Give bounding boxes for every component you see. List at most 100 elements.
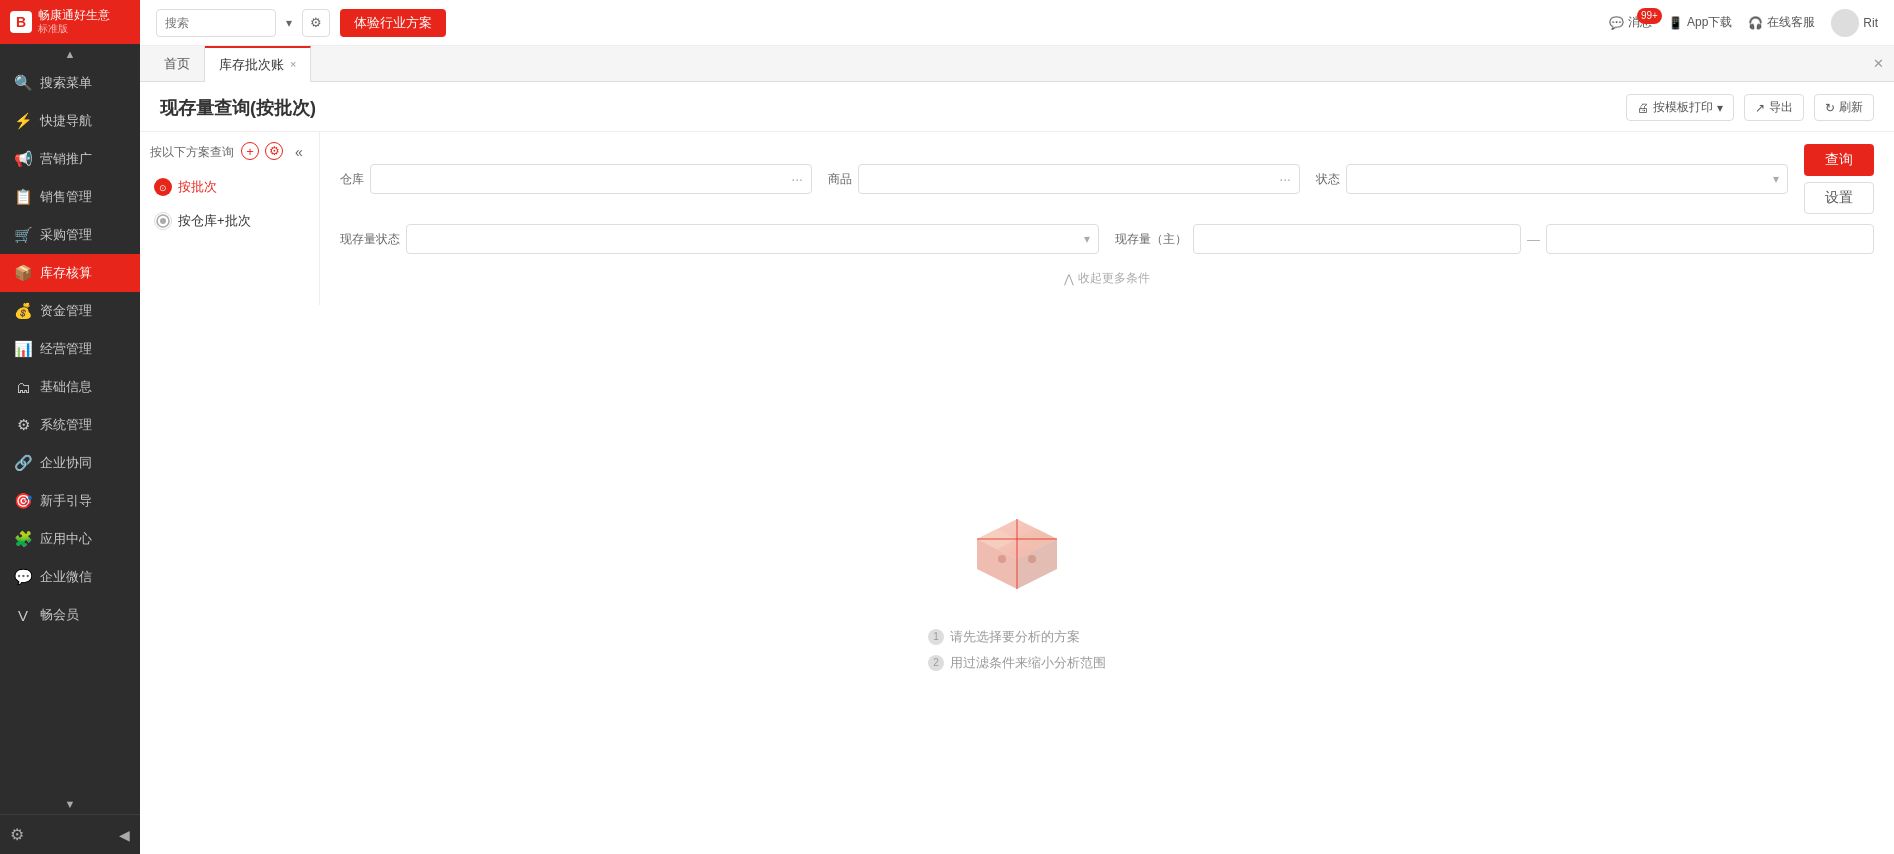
scheme-header-actions: + ⚙ «	[241, 142, 309, 162]
user-name: Rit	[1863, 16, 1878, 30]
scheme-item-batch[interactable]: ⊙ 按批次	[140, 170, 319, 204]
scheme-dot-active: ⊙	[154, 178, 172, 196]
stock-qty-min[interactable]	[1193, 224, 1521, 254]
sidebar-item-label: 库存核算	[40, 264, 92, 282]
quicknav-icon: ⚡	[14, 112, 32, 130]
tab-home[interactable]: 首页	[150, 46, 205, 82]
status-select[interactable]: ▾	[1346, 164, 1788, 194]
scheme-item-warehouse-batch[interactable]: 按仓库+批次	[140, 204, 319, 238]
sidebar-item-label: 资金管理	[40, 302, 92, 320]
empty-tip-2: 2 用过滤条件来缩小分析范围	[928, 650, 1106, 676]
sidebar-item-search[interactable]: 🔍搜索菜单	[0, 64, 140, 102]
filter-status: 状态 ▾	[1316, 164, 1788, 194]
messages-btn[interactable]: 💬 消息 99+	[1609, 14, 1652, 31]
sidebar-item-label: 应用中心	[40, 530, 92, 548]
sidebar-item-label: 销售管理	[40, 188, 92, 206]
finance-icon: 💰	[14, 302, 32, 320]
sidebar-item-label: 企业协同	[40, 454, 92, 472]
sidebar-item-sales[interactable]: 📋 销售管理	[0, 178, 140, 216]
scheme-dot-inactive	[154, 212, 172, 230]
tabbar: 首页 库存批次账 × ✕	[140, 46, 1894, 82]
scroll-up-btn[interactable]: ▲	[0, 44, 140, 64]
stock-qty-max[interactable]	[1546, 224, 1874, 254]
basics-icon: 🗂	[14, 378, 32, 396]
refresh-icon: ↻	[1825, 101, 1835, 115]
sidebar-item-member[interactable]: V畅会员	[0, 596, 140, 634]
topbar-left: ▾ ⚙ 体验行业方案	[156, 9, 446, 37]
refresh-btn[interactable]: ↻ 刷新	[1814, 94, 1874, 121]
tab-inventory-batch[interactable]: 库存批次账 ×	[205, 46, 311, 82]
topbar: ▾ ⚙ 体验行业方案 💬 消息 99+ 📱 App下载 🎧 在线客服 Rit	[140, 0, 1894, 46]
svg-point-3	[160, 218, 166, 224]
sidebar-item-purchase[interactable]: 🛒采购管理	[0, 216, 140, 254]
tab-panel-close-icon: ✕	[1873, 56, 1884, 71]
sidebar-item-appstore[interactable]: 🧩 应用中心	[0, 520, 140, 558]
sidebar-item-label: 经营管理	[40, 340, 92, 358]
sidebar-item-basics[interactable]: 🗂基础信息	[0, 368, 140, 406]
export-btn[interactable]: ↗ 导出	[1744, 94, 1804, 121]
scheme-add-btn[interactable]: +	[241, 142, 259, 160]
sidebar-item-finance[interactable]: 💰 资金管理	[0, 292, 140, 330]
sidebar-item-system[interactable]: ⚙系统管理	[0, 406, 140, 444]
goods-label: 商品	[828, 171, 852, 188]
page-title: 现存量查询(按批次)	[160, 96, 316, 120]
sidebar-item-guide[interactable]: 🎯 新手引导	[0, 482, 140, 520]
guide-icon: 🎯	[14, 492, 32, 510]
scheme-collapse-btn[interactable]: «	[289, 142, 309, 162]
warehouse-more-icon[interactable]: ···	[791, 171, 803, 187]
sidebar-item-label: 新手引导	[40, 492, 92, 510]
sidebar-item-label: 畅会员	[40, 606, 79, 624]
inventory-icon: 📦	[14, 264, 32, 282]
sidebar-item-label: 系统管理	[40, 416, 92, 434]
sales-icon: 📋	[14, 188, 32, 206]
collapse-sidebar-icon[interactable]: ◀	[119, 827, 130, 843]
user-area[interactable]: Rit	[1831, 9, 1878, 37]
stock-status-label: 现存量状态	[340, 231, 400, 248]
app-logo: B	[10, 11, 32, 33]
sidebar: B 畅康通好生意 标准版 ▲ 🔍搜索菜单 ⚡ 快捷导航 📢营销推广 📋 销售管理 🛒采购管理…	[0, 0, 140, 854]
settings-btn[interactable]: 设置	[1804, 182, 1874, 214]
sidebar-footer: ⚙ ◀	[0, 814, 140, 854]
sidebar-item-operations[interactable]: 📊 经营管理	[0, 330, 140, 368]
goods-more-icon[interactable]: ···	[1279, 171, 1291, 187]
empty-tip-1: 1 请先选择要分析的方案	[928, 624, 1106, 650]
online-support-btn[interactable]: 🎧 在线客服	[1748, 14, 1815, 31]
tab-panel-close[interactable]: ✕	[1873, 56, 1894, 71]
scheme-settings-btn[interactable]: ⚙	[265, 142, 283, 160]
operations-icon: 📊	[14, 340, 32, 358]
scroll-down-btn[interactable]: ▼	[0, 794, 140, 814]
status-label: 状态	[1316, 171, 1340, 188]
enterprise-icon: 🔗	[14, 454, 32, 472]
sidebar-nav: 🔍搜索菜单 ⚡ 快捷导航 📢营销推广 📋 销售管理 🛒采购管理 📦 库存核算 💰 资金管理 📊 经营管理…	[0, 64, 140, 794]
sidebar-item-enterprise[interactable]: 🔗 企业协同	[0, 444, 140, 482]
collapse-more-btn[interactable]: ⋀ 收起更多条件	[340, 264, 1874, 293]
topbar-gear-btn[interactable]: ⚙	[302, 9, 330, 37]
warehouse-input[interactable]: ···	[370, 164, 812, 194]
query-btn[interactable]: 查询	[1804, 144, 1874, 176]
sidebar-item-label: 企业微信	[40, 568, 92, 586]
print-dropdown-icon[interactable]: ▾	[1717, 101, 1723, 115]
stock-status-select[interactable]: ▾	[406, 224, 1099, 254]
sidebar-item-inventory[interactable]: 📦 库存核算	[0, 254, 140, 292]
empty-illustration	[957, 484, 1077, 604]
topbar-search-input[interactable]	[156, 9, 276, 37]
appstore-icon: 🧩	[14, 530, 32, 548]
topbar-dropdown[interactable]: ▾	[286, 16, 292, 30]
main-area: ▾ ⚙ 体验行业方案 💬 消息 99+ 📱 App下载 🎧 在线客服 Rit	[140, 0, 1894, 854]
collapse-up-icon: ⋀	[1064, 272, 1074, 286]
print-btn[interactable]: 🖨 按模板打印 ▾	[1626, 94, 1734, 121]
sidebar-item-marketing[interactable]: 📢营销推广	[0, 140, 140, 178]
settings-icon[interactable]: ⚙	[10, 825, 24, 844]
trial-btn[interactable]: 体验行业方案	[340, 9, 446, 37]
tab-close-btn[interactable]: ×	[290, 59, 296, 70]
sidebar-item-wechat[interactable]: 💬企业微信	[0, 558, 140, 596]
scheme-header: 按以下方案查询 + ⚙ «	[140, 142, 319, 170]
sidebar-item-label: 快捷导航	[40, 112, 92, 130]
app-download-btn[interactable]: 📱 App下载	[1668, 14, 1732, 31]
sidebar-item-quicknav[interactable]: ⚡ 快捷导航	[0, 102, 140, 140]
printer-icon: 🖨	[1637, 101, 1649, 115]
goods-input[interactable]: ···	[858, 164, 1300, 194]
app-brand: 畅康通好生意 标准版	[38, 8, 110, 36]
svg-point-9	[998, 555, 1006, 563]
scheme-panel: 按以下方案查询 + ⚙ « ⊙ 按批次	[140, 132, 320, 305]
